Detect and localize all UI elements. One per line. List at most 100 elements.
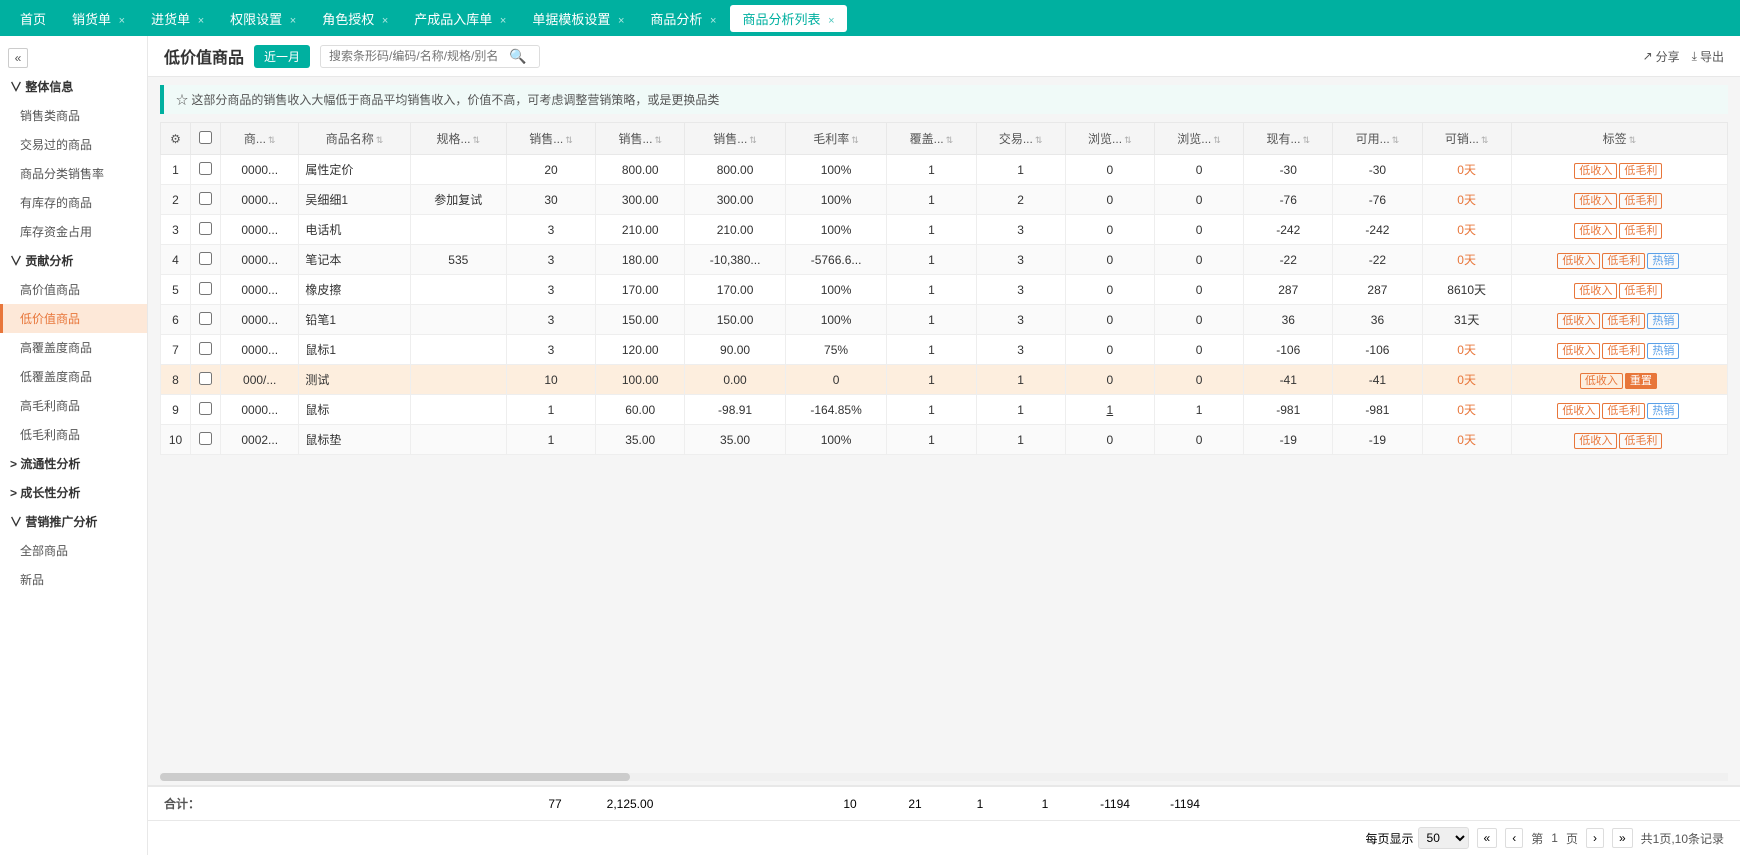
sidebar-item-capital[interactable]: 库存资金占用 (0, 217, 147, 246)
sidebar-item-new-products[interactable]: 新品 (0, 565, 147, 594)
row-brow2: 0 (1154, 305, 1243, 335)
row-brow1[interactable]: 0 (1065, 215, 1154, 245)
row-brow1[interactable]: 1 (1065, 395, 1154, 425)
sidebar-item-traded[interactable]: 交易过的商品 (0, 130, 147, 159)
row-check[interactable] (199, 402, 212, 415)
close-icon[interactable]: × (828, 15, 834, 27)
row-checkbox[interactable] (191, 215, 221, 245)
last-page-btn[interactable]: » (1612, 828, 1633, 848)
row-avail: -106 (1333, 335, 1422, 365)
row-check[interactable] (199, 192, 212, 205)
row-checkbox[interactable] (191, 395, 221, 425)
tag-label: 低收入 (1574, 433, 1617, 449)
close-icon[interactable]: × (290, 15, 296, 27)
select-all-checkbox[interactable] (199, 131, 212, 144)
next-page-btn[interactable]: › (1586, 828, 1604, 848)
row-brow1[interactable]: 0 (1065, 155, 1154, 185)
row-s2: 100.00 (596, 365, 685, 395)
nav-permission[interactable]: 权限设置 × (218, 5, 308, 32)
th-checkbox[interactable] (191, 123, 221, 155)
nav-template[interactable]: 单据模板设置 × (520, 5, 636, 32)
row-brow1[interactable]: 0 (1065, 275, 1154, 305)
row-index: 8 (161, 365, 191, 395)
share-btn[interactable]: ↗ 分享 (1643, 48, 1680, 65)
row-cov: 1 (887, 155, 976, 185)
row-checkbox[interactable] (191, 425, 221, 455)
row-cov: 1 (887, 185, 976, 215)
nav-product-in[interactable]: 产成品入库单 × (402, 5, 518, 32)
sidebar-group-marketing[interactable]: ∨ 营销推广分析 (0, 507, 147, 536)
sidebar-item-low-profit[interactable]: 低毛利商品 (0, 420, 147, 449)
pagination: 每页显示 50 100 « ‹ 第 1 页 › » 共1页,10条记录 (148, 820, 1740, 855)
row-brow1[interactable]: 0 (1065, 185, 1154, 215)
row-checkbox[interactable] (191, 155, 221, 185)
sidebar-item-low-coverage[interactable]: 低覆盖度商品 (0, 362, 147, 391)
close-icon[interactable]: × (119, 15, 125, 27)
sidebar-collapse-btn[interactable]: « (8, 48, 28, 68)
row-check[interactable] (199, 432, 212, 445)
sidebar-group-flow[interactable]: > 流通性分析 (0, 449, 147, 478)
sidebar-item-stock[interactable]: 有库存的商品 (0, 188, 147, 217)
row-cur: 287 (1244, 275, 1333, 305)
sidebar-item-all-products[interactable]: 全部商品 (0, 536, 147, 565)
close-icon[interactable]: × (198, 15, 204, 27)
row-check[interactable] (199, 222, 212, 235)
sidebar-group-overall[interactable]: ∨ 整体信息 (0, 72, 147, 101)
row-checkbox[interactable] (191, 335, 221, 365)
search-icon[interactable]: 🔍 (509, 48, 526, 65)
row-check[interactable] (199, 162, 212, 175)
sidebar-group-growth[interactable]: > 成长性分析 (0, 478, 147, 507)
scrollbar-thumb[interactable] (160, 773, 630, 781)
row-check[interactable] (199, 252, 212, 265)
row-checkbox[interactable] (191, 305, 221, 335)
row-brow1[interactable]: 0 (1065, 335, 1154, 365)
row-checkbox[interactable] (191, 275, 221, 305)
search-input[interactable] (329, 49, 509, 63)
nav-home[interactable]: 首页 (8, 5, 58, 32)
sidebar-item-high-value[interactable]: 高价值商品 (0, 275, 147, 304)
first-page-btn[interactable]: « (1477, 828, 1498, 848)
row-checkbox[interactable] (191, 185, 221, 215)
nav-product-analysis[interactable]: 商品分析 × (638, 5, 728, 32)
row-check[interactable] (199, 282, 212, 295)
row-checkbox[interactable] (191, 245, 221, 275)
row-check[interactable] (199, 372, 212, 385)
search-box: 🔍 (320, 45, 540, 68)
table-row: 1 0000... 属性定价 20 800.00 800.00 100% 1 1… (161, 155, 1728, 185)
close-icon[interactable]: × (500, 15, 506, 27)
sidebar-item-high-profit[interactable]: 高毛利商品 (0, 391, 147, 420)
row-cur: -19 (1244, 425, 1333, 455)
nav-purchase[interactable]: 进货单 × (139, 5, 216, 32)
row-code: 0000... (221, 185, 299, 215)
export-btn[interactable]: ⤓ 导出 (1692, 48, 1724, 65)
table-wrapper[interactable]: ⚙ 商...⇅ 商品名称⇅ 规格...⇅ 销售...⇅ 销售...⇅ 销售...… (148, 122, 1740, 773)
row-brow1[interactable]: 0 (1065, 365, 1154, 395)
th-settings[interactable]: ⚙ (161, 123, 191, 155)
close-icon[interactable]: × (710, 15, 716, 27)
nav-role[interactable]: 角色授权 × (310, 5, 400, 32)
row-s4: 75% (785, 335, 887, 365)
row-check[interactable] (199, 312, 212, 325)
sidebar-item-sales-products[interactable]: 销售类商品 (0, 101, 147, 130)
tag-label: 低毛利 (1602, 343, 1645, 359)
nav-sales[interactable]: 销货单 × (60, 5, 137, 32)
row-brow1[interactable]: 0 (1065, 245, 1154, 275)
filter-recent-month-btn[interactable]: 近一月 (254, 45, 310, 68)
horizontal-scrollbar[interactable] (160, 773, 1728, 781)
row-check[interactable] (199, 342, 212, 355)
close-icon[interactable]: × (382, 15, 388, 27)
sidebar-item-high-coverage[interactable]: 高覆盖度商品 (0, 333, 147, 362)
row-brow1[interactable]: 0 (1065, 425, 1154, 455)
row-checkbox[interactable] (191, 365, 221, 395)
th-name: 商品名称⇅ (299, 123, 410, 155)
sidebar-item-category-rate[interactable]: 商品分类销售率 (0, 159, 147, 188)
tag-label: 低毛利 (1619, 433, 1662, 449)
nav-product-analysis-list[interactable]: 商品分析列表 × (730, 5, 846, 32)
sidebar-group-contribution[interactable]: ∨ 贡献分析 (0, 246, 147, 275)
prev-page-btn[interactable]: ‹ (1505, 828, 1523, 848)
row-tags: 低收入低毛利热销 (1511, 335, 1727, 365)
close-icon[interactable]: × (618, 15, 624, 27)
per-page-select[interactable]: 50 100 (1418, 827, 1469, 849)
row-brow1[interactable]: 0 (1065, 305, 1154, 335)
sidebar-item-low-value[interactable]: 低价值商品 (0, 304, 147, 333)
